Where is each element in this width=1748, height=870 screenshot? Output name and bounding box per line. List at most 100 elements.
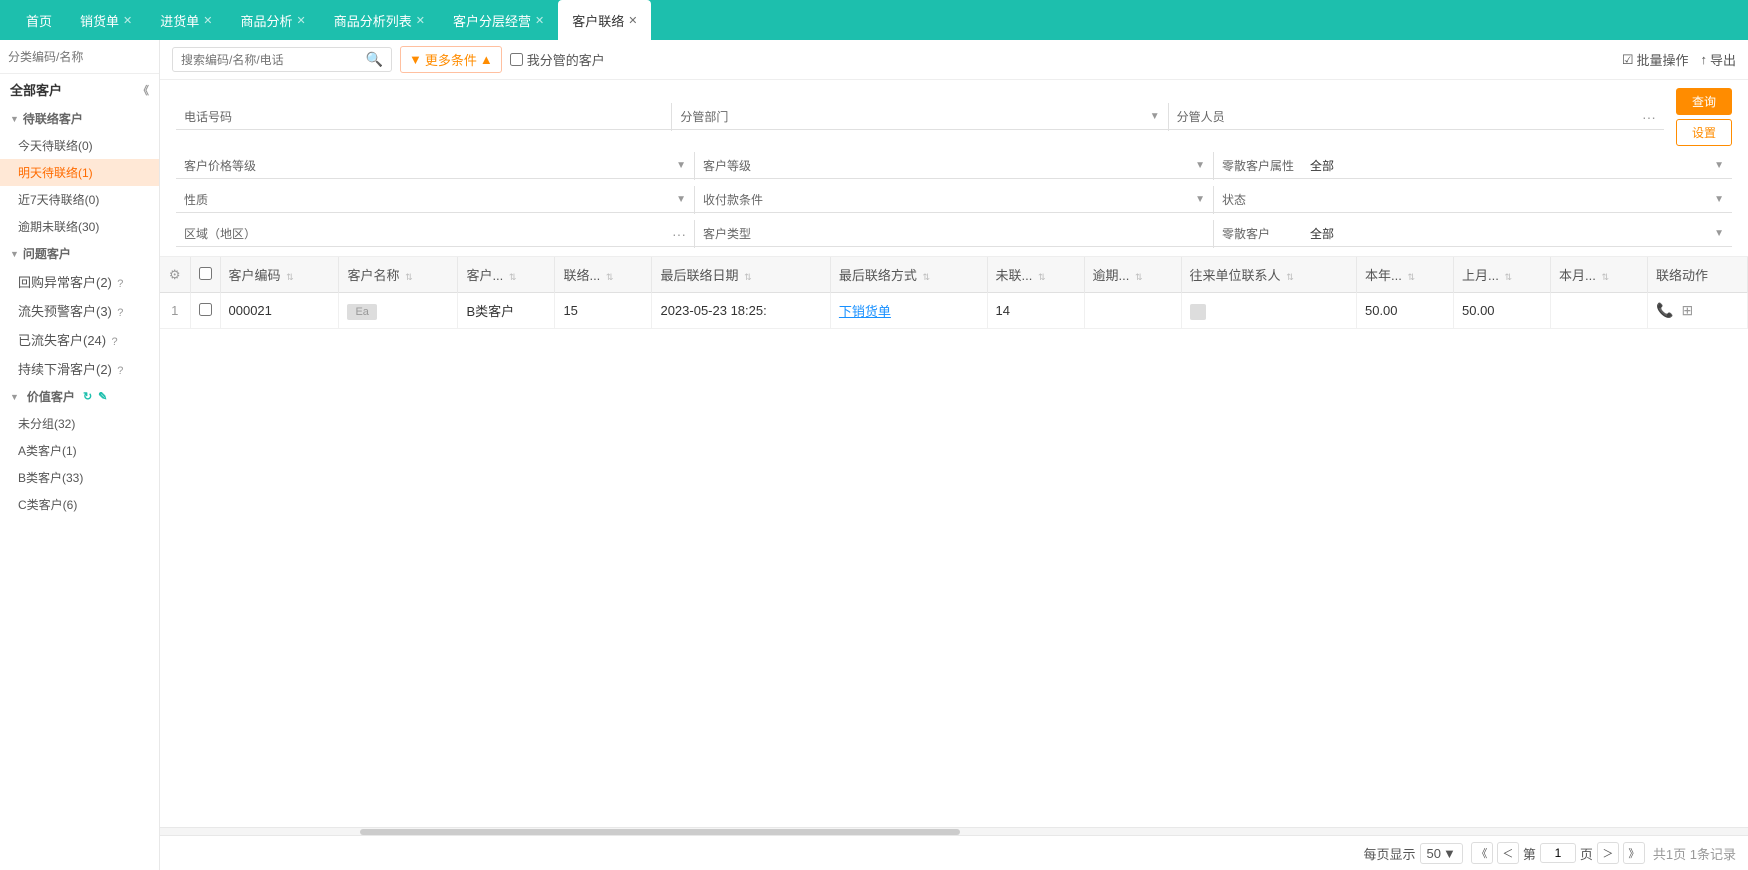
sidebar-item-ungrouped[interactable]: 未分组(32) (0, 410, 159, 437)
sidebar-item-7days[interactable]: 近7天待联络(0) (0, 186, 159, 213)
last-page-button[interactable]: 》 (1623, 842, 1645, 864)
more-filter-button[interactable]: ▼ 更多条件 ▲ (400, 46, 502, 73)
sidebar-group-problem[interactable]: 问题客户 (0, 240, 159, 267)
col-unit-contact[interactable]: 往来单位联系人 ⇅ (1181, 257, 1356, 293)
nav-close-product-analysis-list[interactable]: ✕ (416, 14, 425, 27)
value-group-edit[interactable]: ✎ (98, 390, 107, 403)
filter-dept-select[interactable]: ▼ (768, 111, 1159, 122)
col-name[interactable]: 客户名称 ⇅ (339, 257, 458, 293)
row-last-contact-method[interactable]: 下销货单 (830, 293, 987, 329)
manager-dots[interactable]: ··· (1642, 109, 1656, 125)
nav-product-analysis[interactable]: 商品分析 ✕ (226, 0, 319, 40)
prev-page-button[interactable]: ＜ (1497, 842, 1519, 864)
sidebar-group-pending[interactable]: 待联络客户 (0, 105, 159, 132)
nav-home[interactable]: 首页 (12, 0, 66, 40)
col-last-month[interactable]: 上月... ⇅ (1454, 257, 1551, 293)
export-button[interactable]: ↑ 导出 (1700, 50, 1736, 69)
filter-retail[interactable]: 零散客户 全部 ▼ (1214, 221, 1732, 247)
filter-retail-attr-select[interactable]: 全部 ▼ (1310, 157, 1724, 174)
col-no-contact[interactable]: 未联... ⇅ (987, 257, 1084, 293)
select-all-checkbox[interactable] (199, 267, 212, 280)
settings-button[interactable]: 设置 (1676, 119, 1732, 146)
nav-customer-ops[interactable]: 客户分层经营 ✕ (439, 0, 558, 40)
sidebar-item-tomorrow[interactable]: 明天待联络(1) (0, 159, 159, 186)
sidebar-group-value[interactable]: 价值客户 ↻ ✎ (0, 383, 159, 410)
col-settings[interactable]: ⚙ (160, 257, 190, 293)
region-dots[interactable]: ··· (672, 226, 686, 242)
query-button[interactable]: 查询 (1676, 88, 1732, 115)
action-phone-icon[interactable]: 📞 (1656, 302, 1673, 319)
col-this-month[interactable]: 本月... ⇅ (1551, 257, 1648, 293)
filter-price-level-select[interactable]: ▼ (272, 160, 686, 171)
sidebar-all-customers[interactable]: 全部客户 《 (0, 74, 159, 105)
sidebar-search-box[interactable]: 🔍 (0, 40, 159, 74)
nav-purchase[interactable]: 进货单 ✕ (146, 0, 226, 40)
sidebar-item-abnormal[interactable]: 回购异常客户(2) ? (0, 267, 159, 296)
sidebar-item-class-c[interactable]: C类客户(6) (0, 491, 159, 518)
row-select-checkbox[interactable] (199, 303, 212, 316)
value-group-refresh[interactable]: ↻ (83, 390, 92, 403)
filter-customer-level[interactable]: 客户等级 ▼ (695, 153, 1213, 179)
page-number-input[interactable] (1540, 843, 1576, 863)
sidebar-item-class-a[interactable]: A类客户(1) (0, 437, 159, 464)
my-customers-input[interactable] (510, 53, 523, 66)
col-last-contact-method[interactable]: 最后联络方式 ⇅ (830, 257, 987, 293)
sidebar-item-class-b[interactable]: B类客户(33) (0, 464, 159, 491)
nav-close-sales[interactable]: ✕ (123, 14, 132, 27)
nav-sales[interactable]: 销货单 ✕ (66, 0, 146, 40)
next-page-button[interactable]: ＞ (1597, 842, 1619, 864)
col-this-year[interactable]: 本年... ⇅ (1356, 257, 1453, 293)
search-box[interactable]: 🔍 (172, 47, 392, 72)
col-category[interactable]: 客户... ⇅ (458, 257, 555, 293)
page-size-selector[interactable]: 每页显示 50 ▼ (1364, 843, 1463, 864)
horizontal-scrollbar[interactable] (160, 827, 1748, 835)
nav-product-analysis-list[interactable]: 商品分析列表 ✕ (320, 0, 439, 40)
first-page-button[interactable]: 《 (1471, 842, 1493, 864)
row-name: Ea (339, 293, 458, 329)
nav-customer-contact[interactable]: 客户联络 ✕ (558, 0, 651, 40)
search-submit-icon[interactable]: 🔍 (366, 51, 383, 68)
nav-close-customer-ops[interactable]: ✕ (535, 14, 544, 27)
row-checkbox[interactable] (190, 293, 220, 329)
sidebar-item-overdue[interactable]: 逾期未联络(30) (0, 213, 159, 240)
filter-price-level[interactable]: 客户价格等级 ▼ (176, 153, 694, 179)
col-last-contact-date[interactable]: 最后联络日期 ⇅ (652, 257, 830, 293)
nav-close-customer-contact[interactable]: ✕ (628, 14, 637, 27)
sidebar-item-churn-warning[interactable]: 流失预警客户(3) ? (0, 296, 159, 325)
search-input[interactable] (181, 53, 362, 67)
sidebar-item-churned[interactable]: 已流失客户(24) ? (0, 325, 159, 354)
last-contact-method-link[interactable]: 下销货单 (839, 304, 891, 319)
sidebar-item-declining[interactable]: 持续下滑客户(2) ? (0, 354, 159, 383)
nav-close-product-analysis[interactable]: ✕ (297, 14, 306, 27)
filter-status-select[interactable]: ▼ (1310, 194, 1724, 205)
col-checkbox[interactable] (190, 257, 220, 293)
filter-nature[interactable]: 性质 ▼ (176, 187, 694, 213)
filter-nature-select[interactable]: ▼ (272, 194, 686, 205)
filter-payment-select[interactable]: ▼ (791, 194, 1205, 205)
col-overdue[interactable]: 逾期... ⇅ (1084, 257, 1181, 293)
filter-customer-type-label: 客户类型 (703, 225, 783, 242)
col-code[interactable]: 客户编码 ⇅ (220, 257, 339, 293)
nav-close-purchase[interactable]: ✕ (203, 14, 212, 27)
filter-retail-attr[interactable]: 零散客户属性 全部 ▼ (1214, 153, 1732, 179)
action-grid-icon[interactable]: ⊞ (1681, 302, 1693, 319)
filter-phone-input[interactable] (272, 110, 663, 124)
row-last-month: 50.00 (1454, 293, 1551, 329)
filter-dept[interactable]: 分管部门 ▼ (672, 104, 1167, 130)
page-size-box[interactable]: 50 ▼ (1420, 843, 1463, 864)
filter-customer-level-select[interactable]: ▼ (791, 160, 1205, 171)
sidebar-search-input[interactable] (8, 50, 160, 64)
filter-manager[interactable]: 分管人员 ··· (1169, 104, 1664, 130)
filter-status[interactable]: 状态 ▼ (1214, 187, 1732, 213)
filter-region[interactable]: 区域（地区） ··· (176, 221, 694, 247)
filter-manager-select[interactable]: ··· (1265, 109, 1656, 125)
sidebar-item-today[interactable]: 今天待联络(0) (0, 132, 159, 159)
scroll-thumb[interactable] (360, 829, 960, 835)
col-contact-count[interactable]: 联络... ⇅ (555, 257, 652, 293)
my-customers-checkbox[interactable]: 我分管的客户 (510, 50, 605, 69)
filter-customer-type[interactable]: 客户类型 (695, 221, 1213, 247)
filter-region-select[interactable]: ··· (272, 226, 686, 242)
filter-payment[interactable]: 收付款条件 ▼ (695, 187, 1213, 213)
bulk-operation-button[interactable]: ☑ 批量操作 (1622, 50, 1689, 69)
filter-retail-select[interactable]: 全部 ▼ (1310, 225, 1724, 242)
